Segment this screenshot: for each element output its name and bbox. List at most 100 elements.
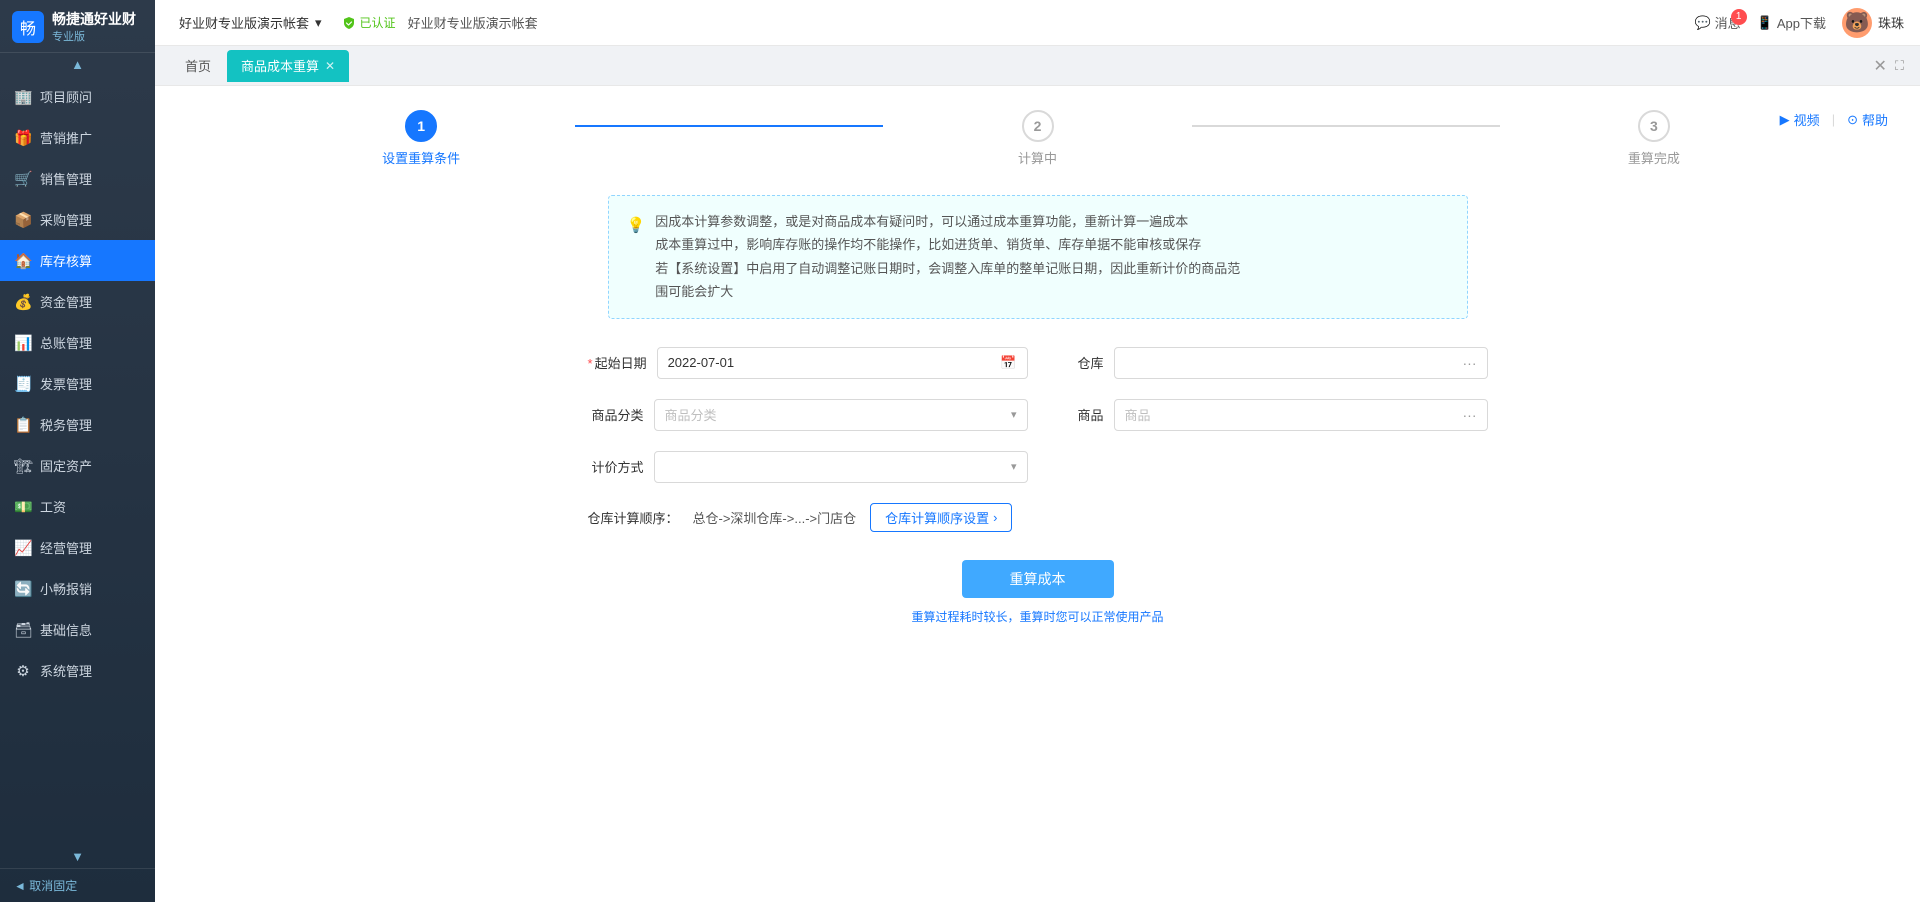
product-label: 商品 xyxy=(1048,405,1104,424)
recalculate-button[interactable]: 重算成本 xyxy=(962,560,1114,598)
stepper-label-1: 设置重算条件 xyxy=(382,148,460,167)
sidebar-item-label: 系统管理 xyxy=(40,661,92,680)
app-download-label: App下载 xyxy=(1777,13,1826,32)
sidebar-item-expense[interactable]: 🔄 小畅报销 xyxy=(0,568,155,609)
user-menu[interactable]: 🐻 珠珠 xyxy=(1842,8,1904,38)
required-star: * xyxy=(588,356,593,371)
inventory-icon: 🏠 xyxy=(14,252,32,270)
sidebar-item-payroll[interactable]: 💵 工资 xyxy=(0,486,155,527)
tab-home-label: 首页 xyxy=(185,56,211,75)
sidebar-logo: 畅 畅捷通好业财 专业版 xyxy=(0,0,155,53)
stepper-label-2: 计算中 xyxy=(1018,148,1057,167)
account-selector-arrow: ▾ xyxy=(315,15,322,31)
stepper-label-3: 重算完成 xyxy=(1628,148,1680,167)
sidebar-item-invoice[interactable]: 🧾 发票管理 xyxy=(0,363,155,404)
verified-label: 已认证 xyxy=(360,14,396,31)
warehouse-order-btn-icon: › xyxy=(993,510,997,525)
warehouse-order-settings-button[interactable]: 仓库计算顺序设置 › xyxy=(870,503,1012,532)
header-account-name: 好业财专业版演示帐套 xyxy=(408,13,538,32)
sidebar-item-system[interactable]: ⚙ 系统管理 xyxy=(0,650,155,691)
tab-cost-recalc-label: 商品成本重算 xyxy=(241,56,319,75)
warehouse-select[interactable]: ··· xyxy=(1114,347,1488,379)
start-date-text[interactable] xyxy=(668,355,995,370)
sidebar-item-finance[interactable]: 💰 资金管理 xyxy=(0,281,155,322)
warehouse-order-btn-label: 仓库计算顺序设置 xyxy=(885,508,989,527)
system-icon: ⚙ xyxy=(14,662,32,680)
page-content: ▶ 视频 | ⊙ 帮助 1 设置重算条件 2 xyxy=(155,86,1920,902)
tab-cost-recalc[interactable]: 商品成本重算 ✕ xyxy=(227,50,349,82)
main-area: 好业财专业版演示帐套 ▾ 已认证 好业财专业版演示帐套 💬 消息 1 📱 App… xyxy=(155,0,1920,902)
invoice-icon: 🧾 xyxy=(14,375,32,393)
message-badge: 1 xyxy=(1731,9,1747,25)
tab-home[interactable]: 首页 xyxy=(171,50,225,82)
phone-icon: 📱 xyxy=(1757,15,1773,31)
sidebar-item-label: 资金管理 xyxy=(40,292,92,311)
start-date-field: *起始日期 📅 xyxy=(588,347,1028,379)
pricing-label: 计价方式 xyxy=(588,457,644,476)
sidebar: 畅 畅捷通好业财 专业版 ▲ 🏢 项目顾问 🎁 营销推广 🛒 销售管理 📦 采购… xyxy=(0,0,155,902)
sidebar-item-label: 税务管理 xyxy=(40,415,92,434)
pricing-select[interactable]: ▾ xyxy=(654,451,1028,483)
tabs-bar: 首页 商品成本重算 ✕ ✕ ⛶ xyxy=(155,46,1920,86)
sidebar-item-marketing[interactable]: 🎁 营销推广 xyxy=(0,117,155,158)
sidebar-logo-sub: 专业版 xyxy=(52,28,136,44)
accounting-icon: 📊 xyxy=(14,334,32,352)
stepper-circle-2: 2 xyxy=(1022,110,1054,142)
sidebar-item-label: 基础信息 xyxy=(40,620,92,639)
sidebar-scroll-down[interactable]: ▼ xyxy=(0,845,155,868)
message-button[interactable]: 💬 消息 1 xyxy=(1694,13,1740,32)
sidebar-item-accounting[interactable]: 📊 总账管理 xyxy=(0,322,155,363)
warehouse-order-row: 仓库计算顺序： 总仓->深圳仓库->...->门店仓 仓库计算顺序设置 › xyxy=(588,503,1488,532)
sidebar-item-label: 小畅报销 xyxy=(40,579,92,598)
warehouse-field: 仓库 ··· xyxy=(1048,347,1488,379)
sidebar-item-purchase[interactable]: 📦 采购管理 xyxy=(0,199,155,240)
form-row-3: 计价方式 ▾ xyxy=(588,451,1488,483)
payroll-icon: 💵 xyxy=(14,498,32,516)
stepper-item-1: 1 设置重算条件 xyxy=(267,110,575,167)
stepper-connector-1 xyxy=(575,125,883,127)
pricing-arrow-icon: ▾ xyxy=(1011,460,1017,473)
sidebar-item-label: 固定资产 xyxy=(40,456,92,475)
sidebar-nav: 🏢 项目顾问 🎁 营销推广 🛒 销售管理 📦 采购管理 🏠 库存核算 💰 资金管… xyxy=(0,76,155,845)
info-text: 因成本计算参数调整，或是对商品成本有疑问时，可以通过成本重算功能，重新计算一遍成… xyxy=(655,210,1240,304)
product-field: 商品 商品 ··· xyxy=(1048,399,1488,431)
close-window-button[interactable]: ✕ xyxy=(1873,56,1886,76)
start-date-input[interactable]: 📅 xyxy=(657,347,1028,379)
window-controls: ✕ ⛶ xyxy=(1873,56,1904,76)
sidebar-item-label: 经营管理 xyxy=(40,538,92,557)
verified-badge: 已认证 xyxy=(342,14,396,31)
sidebar-item-basic-info[interactable]: 🗃 基础信息 xyxy=(0,609,155,650)
sidebar-unpin-button[interactable]: ◄ 取消固定 xyxy=(0,868,155,902)
sidebar-item-label: 工资 xyxy=(40,497,66,516)
purchase-icon: 📦 xyxy=(14,211,32,229)
sidebar-scroll-up[interactable]: ▲ xyxy=(0,53,155,76)
start-date-label: *起始日期 xyxy=(588,353,647,372)
app-download-button[interactable]: 📱 App下载 xyxy=(1757,13,1826,32)
sidebar-item-inventory[interactable]: 🏠 库存核算 xyxy=(0,240,155,281)
product-placeholder: 商品 xyxy=(1125,405,1457,424)
category-select[interactable]: 商品分类 ▾ xyxy=(654,399,1028,431)
calendar-icon[interactable]: 📅 xyxy=(1000,355,1016,371)
expense-icon: 🔄 xyxy=(14,580,32,598)
tab-close-button[interactable]: ✕ xyxy=(325,60,335,72)
avatar-image: 🐻 xyxy=(1845,10,1870,35)
sidebar-item-operations[interactable]: 📈 经营管理 xyxy=(0,527,155,568)
product-select[interactable]: 商品 ··· xyxy=(1114,399,1488,431)
sidebar-item-fixed-assets[interactable]: 🏗 固定资产 xyxy=(0,445,155,486)
stepper-item-2: 2 计算中 xyxy=(883,110,1191,167)
sidebar-item-tax[interactable]: 📋 税务管理 xyxy=(0,404,155,445)
project-advisory-icon: 🏢 xyxy=(14,88,32,106)
maximize-window-button[interactable]: ⛶ xyxy=(1895,58,1904,74)
account-selector-label: 好业财专业版演示帐套 xyxy=(179,13,309,32)
warehouse-order-value: 总仓->深圳仓库->...->门店仓 xyxy=(693,508,857,527)
sidebar-item-label: 发票管理 xyxy=(40,374,92,393)
sidebar-item-sales[interactable]: 🛒 销售管理 xyxy=(0,158,155,199)
form-row-2: 商品分类 商品分类 ▾ 商品 商品 ··· xyxy=(588,399,1488,431)
sidebar-item-label: 项目顾问 xyxy=(40,87,92,106)
account-selector[interactable]: 好业财专业版演示帐套 ▾ xyxy=(171,9,330,36)
sidebar-item-project-advisory[interactable]: 🏢 项目顾问 xyxy=(0,76,155,117)
stepper-item-3: 3 重算完成 xyxy=(1500,110,1808,167)
info-box: 💡 因成本计算参数调整，或是对商品成本有疑问时，可以通过成本重算功能，重新计算一… xyxy=(608,195,1468,319)
marketing-icon: 🎁 xyxy=(14,129,32,147)
warehouse-order-label: 仓库计算顺序： xyxy=(588,508,679,527)
